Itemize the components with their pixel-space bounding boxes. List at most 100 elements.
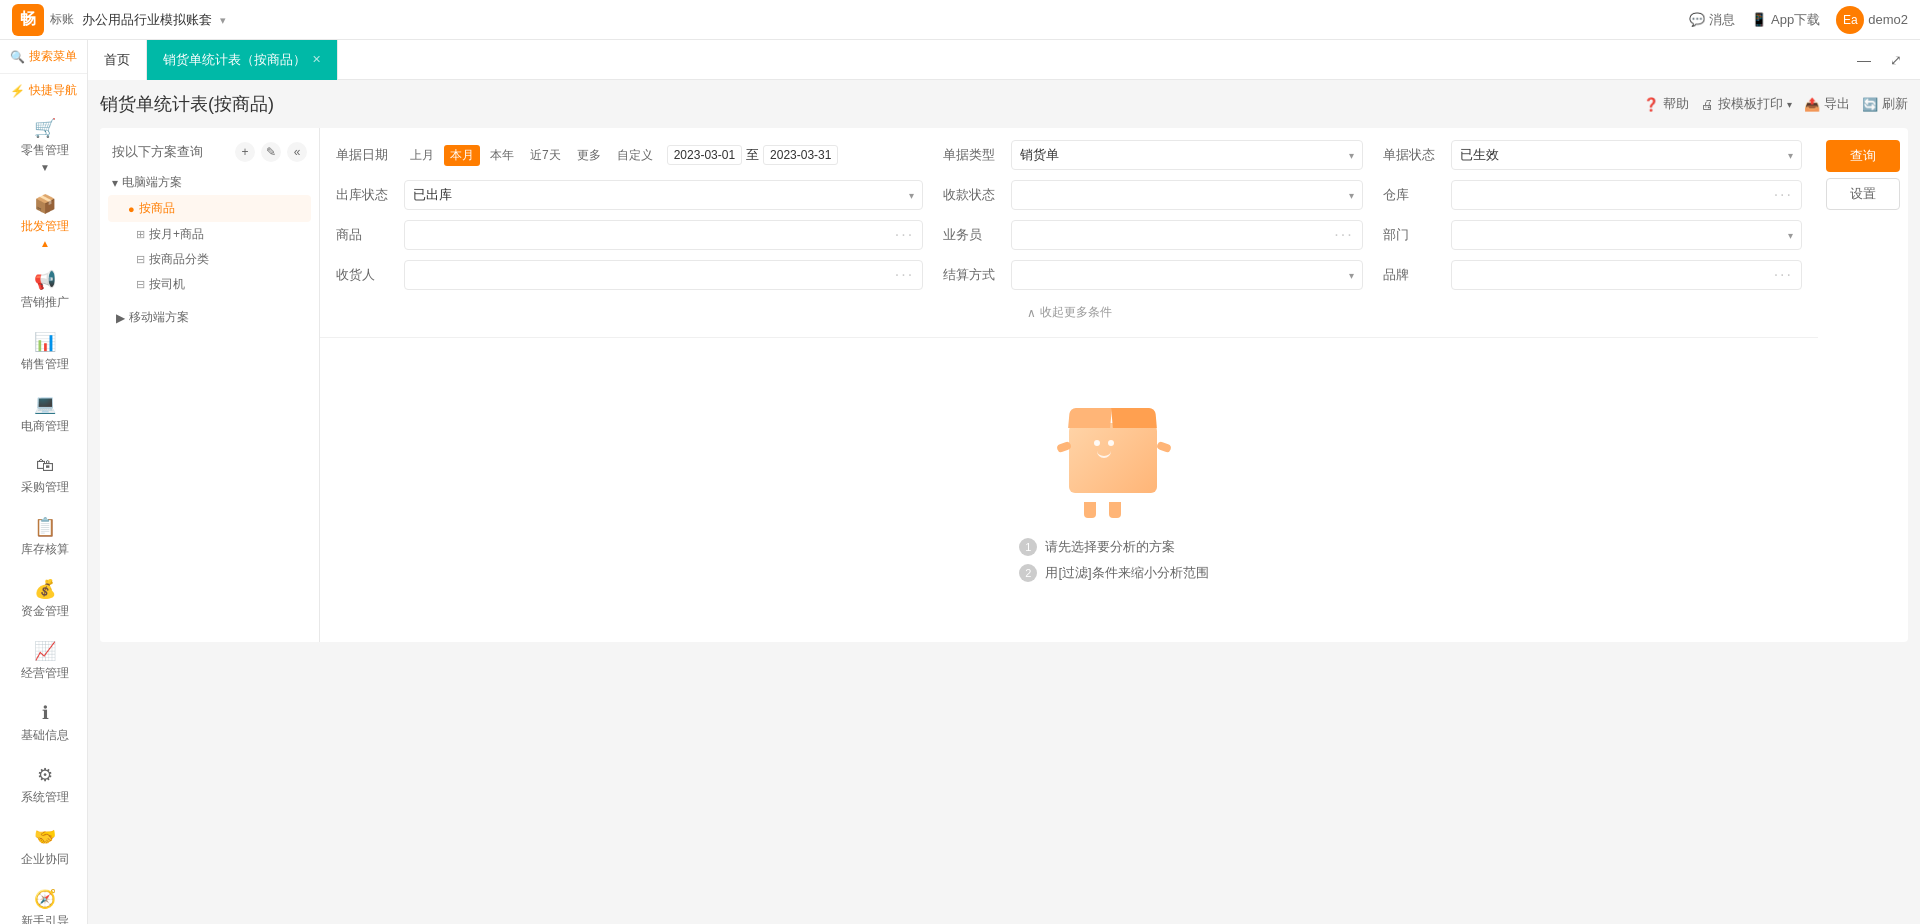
- box-eyes: [1094, 440, 1114, 446]
- app-download-btn[interactable]: 📱 App下载: [1751, 11, 1820, 29]
- tab-home[interactable]: 首页: [88, 40, 147, 80]
- filter-dept: 部门 ▾: [1383, 220, 1802, 250]
- page-actions: ❓ 帮助 🖨 按模板打印 ▾ 📤 导出 🔄: [1643, 95, 1908, 113]
- date-btn-7days[interactable]: 近7天: [524, 145, 567, 166]
- main-layout: 🔍 搜索菜单 ⚡ 快捷导航 🛒 零售管理 ▼ 📦 批发管理 ▲ 📢 营销推广: [0, 40, 1920, 924]
- sidebar-item-ecommerce[interactable]: 💻 电商管理: [0, 383, 87, 445]
- scheme-item-goods-category[interactable]: ⊟ 按商品分类: [108, 247, 311, 272]
- collect-status-control[interactable]: ▾: [1011, 180, 1362, 210]
- date-btn-this-month[interactable]: 本月: [444, 145, 480, 166]
- active-dot: ●: [128, 203, 135, 215]
- tab-bar-actions: — ⤢: [1852, 48, 1920, 72]
- sidebar-item-sales[interactable]: 📊 销售管理: [0, 321, 87, 383]
- top-bar: 畅 标账 办公用品行业模拟账套 ▾ 💬 消息 📱 App下载: [0, 0, 1920, 40]
- doc-type-control[interactable]: 销货单 ▾: [1011, 140, 1362, 170]
- date-start-input[interactable]: 2023-03-01: [667, 145, 742, 165]
- filter-consignee: 收货人 ···: [336, 260, 923, 290]
- search-icon: 🔍: [10, 50, 25, 64]
- scheme-item-goods[interactable]: ● 按商品: [108, 195, 311, 222]
- list-icon: ⊟: [136, 253, 145, 266]
- inventory-icon: 📋: [34, 516, 56, 538]
- help-btn[interactable]: ❓ 帮助: [1643, 95, 1689, 113]
- left-panel-actions: + ✎ «: [235, 142, 307, 162]
- driver-icon: ⊟: [136, 278, 145, 291]
- scheme-item-driver[interactable]: ⊟ 按司机: [108, 272, 311, 297]
- quick-nav-btn[interactable]: ⚡ 快捷导航: [0, 74, 87, 107]
- edit-scheme-btn[interactable]: ✎: [261, 142, 281, 162]
- dept-control[interactable]: ▾: [1451, 220, 1802, 250]
- filter-and-actions: 单据日期 上月 本月 本年 近7天 更多 自定义: [320, 128, 1908, 338]
- sidebar-item-retail[interactable]: 🛒 零售管理 ▼: [0, 107, 87, 183]
- sidebar-item-guide[interactable]: 🧭 新手引导: [0, 878, 87, 924]
- salesman-control[interactable]: ···: [1011, 220, 1362, 250]
- pc-scheme-group: ▾ 电脑端方案 ● 按商品 ⊞ 按月+商品: [100, 170, 319, 297]
- maximize-btn[interactable]: ⤢: [1884, 48, 1908, 72]
- settlement-chevron: ▾: [1349, 270, 1354, 281]
- left-panel-header: 按以下方案查询 + ✎ «: [100, 138, 319, 170]
- add-scheme-btn[interactable]: +: [235, 142, 255, 162]
- page-title: 销货单统计表(按商品): [100, 92, 274, 116]
- eye-left: [1094, 440, 1100, 446]
- app-title[interactable]: 办公用品行业模拟账套 ▾: [82, 11, 226, 29]
- settlement-control[interactable]: ▾: [1011, 260, 1362, 290]
- print-btn[interactable]: 🖨 按模板打印 ▾: [1701, 95, 1792, 113]
- filter-goods: 商品 ···: [336, 220, 923, 250]
- tab-active[interactable]: 销货单统计表（按商品） ✕: [147, 40, 338, 80]
- warehouse-control[interactable]: ···: [1451, 180, 1802, 210]
- collect-status-chevron: ▾: [1349, 190, 1354, 201]
- sidebar-item-system[interactable]: ⚙ 系统管理: [0, 754, 87, 816]
- out-status-control[interactable]: 已出库 ▾: [404, 180, 923, 210]
- minimize-btn[interactable]: —: [1852, 48, 1876, 72]
- consignee-control[interactable]: ···: [404, 260, 923, 290]
- refresh-btn[interactable]: 🔄 刷新: [1862, 95, 1908, 113]
- goods-control[interactable]: ···: [404, 220, 923, 250]
- query-btn[interactable]: 查询: [1826, 140, 1900, 172]
- date-btn-this-year[interactable]: 本年: [484, 145, 520, 166]
- date-btn-custom[interactable]: 自定义: [611, 145, 659, 166]
- search-menu-btn[interactable]: 🔍 搜索菜单: [0, 40, 87, 74]
- sidebar-item-inventory[interactable]: 📋 库存核算: [0, 506, 87, 568]
- sidebar-item-management[interactable]: 📈 经营管理: [0, 630, 87, 692]
- collapse-btn[interactable]: ∧ 收起更多条件: [336, 300, 1802, 325]
- scheme-item-month-goods[interactable]: ⊞ 按月+商品: [108, 222, 311, 247]
- expand-icon: ▼: [40, 162, 50, 173]
- basic-icon: ℹ: [42, 702, 49, 724]
- date-end-input[interactable]: 2023-03-31: [763, 145, 838, 165]
- sidebar-item-marketing[interactable]: 📢 营销推广: [0, 259, 87, 321]
- setting-btn[interactable]: 设置: [1826, 178, 1900, 210]
- eye-right: [1108, 440, 1114, 446]
- top-bar-left: 畅 标账 办公用品行业模拟账套 ▾: [12, 4, 226, 36]
- leg-right: [1109, 502, 1121, 518]
- sidebar-item-wholesale[interactable]: 📦 批发管理 ▲: [0, 183, 87, 259]
- sidebar-item-purchase[interactable]: 🛍 采购管理: [0, 445, 87, 506]
- step-num-1: 1: [1019, 538, 1037, 556]
- tab-close-btn[interactable]: ✕: [312, 53, 321, 66]
- warehouse-dots: ···: [1774, 186, 1793, 204]
- system-icon: ⚙: [37, 764, 53, 786]
- sidebar-item-basic[interactable]: ℹ 基础信息: [0, 692, 87, 754]
- sidebar-item-finance[interactable]: 💰 资金管理: [0, 568, 87, 630]
- user-menu[interactable]: Ea demo2: [1836, 6, 1908, 34]
- left-panel: 按以下方案查询 + ✎ « ▾ 电脑端方案: [100, 128, 320, 642]
- top-bar-right: 💬 消息 📱 App下载 Ea demo2: [1689, 6, 1908, 34]
- two-panel: 按以下方案查询 + ✎ « ▾ 电脑端方案: [100, 128, 1908, 642]
- mobile-group-header[interactable]: ▶ 移动端方案: [108, 305, 311, 330]
- brand-control[interactable]: ···: [1451, 260, 1802, 290]
- export-icon: 📤: [1804, 97, 1820, 112]
- date-btn-last-month[interactable]: 上月: [404, 145, 440, 166]
- guide-icon: 🧭: [34, 888, 56, 910]
- marketing-icon: 📢: [34, 269, 56, 291]
- box-body: [1069, 423, 1157, 493]
- collapse-scheme-btn[interactable]: «: [287, 142, 307, 162]
- doc-status-control[interactable]: 已生效 ▾: [1451, 140, 1802, 170]
- tab-bar: 首页 销货单统计表（按商品） ✕ — ⤢: [88, 40, 1920, 80]
- pc-group-header[interactable]: ▾ 电脑端方案: [108, 170, 311, 195]
- logo-icon: 畅: [12, 4, 44, 36]
- expand-icon2: ▲: [40, 238, 50, 249]
- message-btn[interactable]: 💬 消息: [1689, 11, 1735, 29]
- leg-left: [1084, 502, 1096, 518]
- date-btn-more[interactable]: 更多: [571, 145, 607, 166]
- management-icon: 📈: [34, 640, 56, 662]
- export-btn[interactable]: 📤 导出: [1804, 95, 1850, 113]
- sidebar-item-collab[interactable]: 🤝 企业协同: [0, 816, 87, 878]
